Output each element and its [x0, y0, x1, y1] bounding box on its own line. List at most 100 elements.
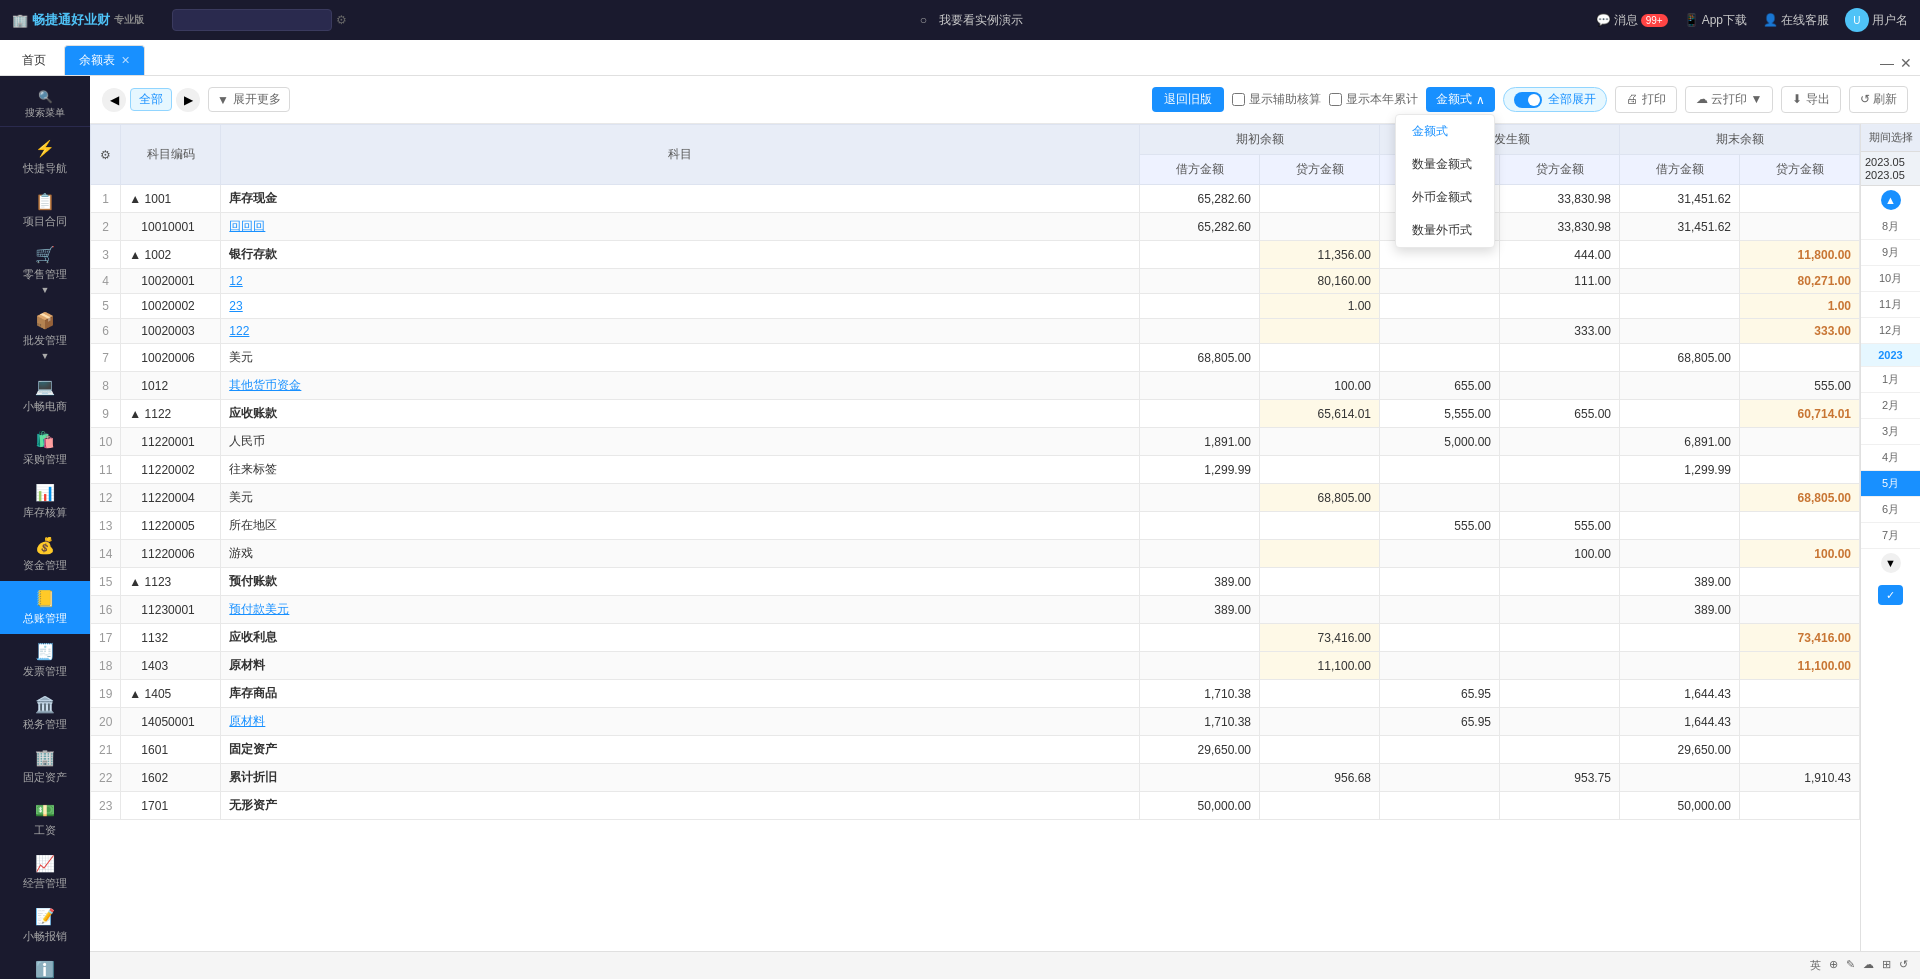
- format-option-qty-amount[interactable]: 数量金额式: [1396, 148, 1494, 181]
- sidebar-item-assets[interactable]: 🏢 固定资产: [0, 740, 90, 793]
- sidebar-item-project[interactable]: 📋 项目合同: [0, 184, 90, 237]
- cell-name-link[interactable]: 12: [229, 274, 242, 288]
- table-row[interactable]: 10 11220001 人民币 1,891.00 5,000.00 6,891.…: [91, 428, 1860, 456]
- search-settings-icon[interactable]: ⚙: [336, 13, 347, 27]
- nav-back-btn[interactable]: ◀: [102, 88, 126, 112]
- user-area[interactable]: U 用户名: [1845, 8, 1908, 32]
- table-row[interactable]: 17 1132 应收利息 73,416.00 73,416.00: [91, 624, 1860, 652]
- sidebar-item-purchase[interactable]: 🛍️ 采购管理: [0, 422, 90, 475]
- sidebar-item-wholesale[interactable]: 📦 批发管理 ▼: [0, 303, 90, 369]
- period-up-btn[interactable]: ▲: [1881, 190, 1901, 210]
- period-11[interactable]: 11月: [1861, 292, 1920, 318]
- status-icon-5[interactable]: ⊞: [1882, 958, 1891, 973]
- tab-home[interactable]: 首页: [8, 46, 60, 75]
- expand-all-toggle[interactable]: 全部展开: [1503, 87, 1607, 112]
- period-5[interactable]: 5月: [1861, 471, 1920, 497]
- cell-name-link[interactable]: 122: [229, 324, 249, 338]
- show-year-label[interactable]: 显示本年累计: [1329, 91, 1418, 108]
- format-option-foreign[interactable]: 外币金额式: [1396, 181, 1494, 214]
- current-filter-tag[interactable]: 全部: [130, 88, 172, 111]
- table-row[interactable]: 2 10010001 回回回 65,282.60 33,830.98 31,45…: [91, 213, 1860, 241]
- table-row[interactable]: 16 11230001 预付款美元 389.00 389.00: [91, 596, 1860, 624]
- search-input[interactable]: [172, 9, 332, 31]
- period-8[interactable]: 8月: [1861, 214, 1920, 240]
- back-to-original-btn[interactable]: 退回旧版: [1152, 87, 1224, 112]
- table-row[interactable]: 13 11220005 所在地区 555.00 555.00: [91, 512, 1860, 540]
- cell-name-link[interactable]: 其他货币资金: [229, 378, 301, 392]
- sidebar-item-ledger[interactable]: 📒 总账管理: [0, 581, 90, 634]
- period-confirm-btn[interactable]: ✓: [1878, 585, 1903, 605]
- demo-link[interactable]: 我要看实例演示: [939, 12, 1023, 29]
- table-row[interactable]: 4 10020001 12 80,160.00 111.00 80,271.00: [91, 269, 1860, 294]
- period-down-btn[interactable]: ▼: [1881, 553, 1901, 573]
- nav-forward-btn[interactable]: ▶: [176, 88, 200, 112]
- export-btn[interactable]: ⬇ 导出: [1781, 86, 1840, 113]
- table-row[interactable]: 3 ▲ 1002 银行存款 11,356.00 444.00 11,800.00: [91, 241, 1860, 269]
- sidebar-item-expense[interactable]: 📝 小畅报销: [0, 899, 90, 952]
- period-4[interactable]: 4月: [1861, 445, 1920, 471]
- status-icon-6[interactable]: ↺: [1899, 958, 1908, 973]
- app-download-area[interactable]: 📱 App下载: [1684, 12, 1747, 29]
- period-3[interactable]: 3月: [1861, 419, 1920, 445]
- cell-name-link[interactable]: 23: [229, 299, 242, 313]
- period-7[interactable]: 7月: [1861, 523, 1920, 549]
- period-10[interactable]: 10月: [1861, 266, 1920, 292]
- sidebar-item-basic[interactable]: ℹ️ 基础信息: [0, 952, 90, 979]
- refresh-btn[interactable]: ↺ 刷新: [1849, 86, 1908, 113]
- window-minimize-btn[interactable]: —: [1880, 55, 1894, 71]
- show-auxiliary-label[interactable]: 显示辅助核算: [1232, 91, 1321, 108]
- format-option-qty-foreign[interactable]: 数量外币式: [1396, 214, 1494, 247]
- status-icon-4[interactable]: ☁: [1863, 958, 1874, 973]
- table-row[interactable]: 6 10020003 122 333.00 333.00: [91, 319, 1860, 344]
- show-auxiliary-checkbox[interactable]: [1232, 93, 1245, 106]
- period-2[interactable]: 2月: [1861, 393, 1920, 419]
- format-option-amount[interactable]: 金额式: [1396, 115, 1494, 148]
- period-12[interactable]: 12月: [1861, 318, 1920, 344]
- table-row[interactable]: 15 ▲ 1123 预付账款 389.00 389.00: [91, 568, 1860, 596]
- period-9[interactable]: 9月: [1861, 240, 1920, 266]
- table-row[interactable]: 9 ▲ 1122 应收账款 65,614.01 5,555.00 655.00 …: [91, 400, 1860, 428]
- table-row[interactable]: 23 1701 无形资产 50,000.00 50,000.00: [91, 792, 1860, 820]
- format-dropdown-btn[interactable]: 金额式 ∧: [1426, 87, 1495, 112]
- table-row[interactable]: 8 1012 其他货币资金 100.00 655.00 555.00: [91, 372, 1860, 400]
- col-settings-header[interactable]: ⚙: [91, 125, 121, 185]
- status-icon-2[interactable]: ⊕: [1829, 958, 1838, 973]
- period-6[interactable]: 6月: [1861, 497, 1920, 523]
- table-row[interactable]: 19 ▲ 1405 库存商品 1,710.38 65.95 1,644.43: [91, 680, 1860, 708]
- window-close-btn[interactable]: ✕: [1900, 55, 1912, 71]
- message-area[interactable]: 💬 消息 99+: [1596, 12, 1668, 29]
- table-row[interactable]: 14 11220006 游戏 100.00 100.00: [91, 540, 1860, 568]
- close-balance-tab[interactable]: ✕: [121, 54, 130, 67]
- table-row[interactable]: 11 11220002 往来标签 1,299.99 1,299.99: [91, 456, 1860, 484]
- table-settings-icon[interactable]: ⚙: [100, 148, 111, 162]
- status-icon-3[interactable]: ✎: [1846, 958, 1855, 973]
- table-row[interactable]: 21 1601 固定资产 29,650.00 29,650.00: [91, 736, 1860, 764]
- period-1[interactable]: 1月: [1861, 367, 1920, 393]
- table-row[interactable]: 7 10020006 美元 68,805.00 68,805.00: [91, 344, 1860, 372]
- support-area[interactable]: 👤 在线客服: [1763, 12, 1829, 29]
- cloud-print-btn[interactable]: ☁ 云打印 ▼: [1685, 86, 1774, 113]
- sidebar-item-salary[interactable]: 💵 工资: [0, 793, 90, 846]
- sidebar-item-invoice[interactable]: 🧾 发票管理: [0, 634, 90, 687]
- table-row[interactable]: 5 10020002 23 1.00 1.00: [91, 294, 1860, 319]
- tab-balance[interactable]: 余额表 ✕: [64, 45, 145, 75]
- table-row[interactable]: 22 1602 累计折旧 956.68 953.75 1,910.43: [91, 764, 1860, 792]
- sidebar-search[interactable]: 🔍 搜索菜单: [0, 84, 90, 127]
- show-year-checkbox[interactable]: [1329, 93, 1342, 106]
- status-icon-1[interactable]: 英: [1810, 958, 1821, 973]
- sidebar-item-retail[interactable]: 🛒 零售管理 ▼: [0, 237, 90, 303]
- cell-name-link[interactable]: 预付款美元: [229, 602, 289, 616]
- period-2023[interactable]: 2023: [1861, 344, 1920, 367]
- sidebar-item-nav[interactable]: ⚡ 快捷导航: [0, 131, 90, 184]
- table-row[interactable]: 12 11220004 美元 68,805.00 68,805.00: [91, 484, 1860, 512]
- table-row[interactable]: 20 14050001 原材料 1,710.38 65.95 1,644.43: [91, 708, 1860, 736]
- print-btn[interactable]: 🖨 打印: [1615, 86, 1676, 113]
- sidebar-item-funds[interactable]: 💰 资金管理: [0, 528, 90, 581]
- cell-name-link[interactable]: 回回回: [229, 219, 265, 233]
- sidebar-item-operations[interactable]: 📈 经营管理: [0, 846, 90, 899]
- table-row[interactable]: 1 ▲ 1001 库存现金 65,282.60 33,830.98 31,451…: [91, 185, 1860, 213]
- table-row[interactable]: 18 1403 原材料 11,100.00 11,100.00: [91, 652, 1860, 680]
- sidebar-item-inventory[interactable]: 📊 库存核算: [0, 475, 90, 528]
- sidebar-item-ecommerce[interactable]: 💻 小畅电商: [0, 369, 90, 422]
- sidebar-item-tax[interactable]: 🏛️ 税务管理: [0, 687, 90, 740]
